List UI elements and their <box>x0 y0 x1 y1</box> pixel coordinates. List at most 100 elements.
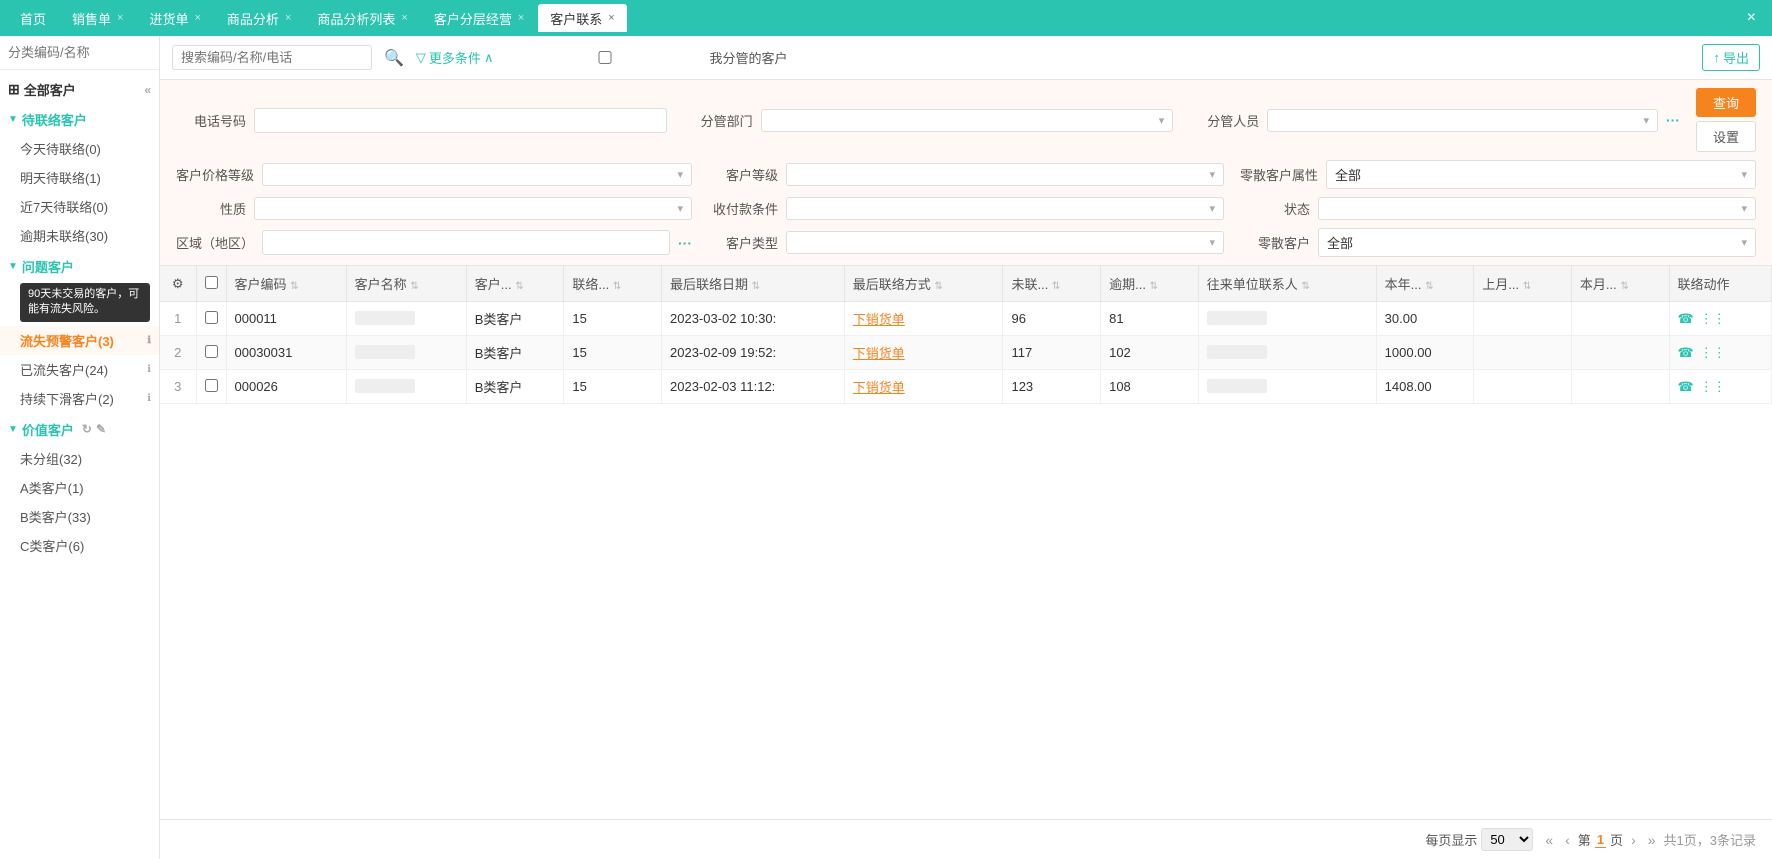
sidebar-item-ungrouped[interactable]: 未分组(32) <box>0 444 159 473</box>
filter-phone-label: 电话号码 <box>176 111 246 130</box>
close-tab-sales[interactable]: × <box>117 12 123 24</box>
filter-retail-attr-select[interactable]: 全部 ▾ <box>1326 160 1756 189</box>
close-tab-customer-layer[interactable]: × <box>518 12 524 24</box>
prev-page-btn[interactable]: ‹ <box>1561 830 1574 850</box>
row-contact-count: 15 <box>564 336 662 370</box>
edit-icon[interactable]: ✎ <box>96 422 106 436</box>
row-num: 1 <box>160 302 196 336</box>
nav-home[interactable]: 首页 <box>8 4 58 32</box>
next-page-btn[interactable]: › <box>1627 830 1640 850</box>
close-all-tabs[interactable]: × <box>1739 9 1764 27</box>
col-this-month[interactable]: 本月... ⇅ <box>1571 266 1669 302</box>
last-page-btn[interactable]: » <box>1644 830 1660 850</box>
filter-status-select[interactable]: ▾ <box>1318 197 1756 220</box>
nav-tab-customer-contact[interactable]: 客户联系 × <box>538 4 626 32</box>
sidebar-item-churn-warning[interactable]: 流失预警客户(3) ℹ <box>0 326 159 355</box>
filter-icon: ▽ <box>416 50 426 66</box>
row-select-checkbox[interactable] <box>205 345 218 358</box>
nav-tab-customer-layer[interactable]: 客户分层经营 × <box>422 4 536 32</box>
more-action-icon[interactable]: ⋮⋮ <box>1700 379 1726 395</box>
nav-tab-analysis[interactable]: 商品分析 × <box>215 4 303 32</box>
row-this-month <box>1571 370 1669 404</box>
arrow-icon-2: ▼ <box>8 261 18 272</box>
col-select-all[interactable] <box>196 266 226 302</box>
sidebar-item-overdue[interactable]: 逾期未联络(30) <box>0 221 159 250</box>
select-all-checkbox[interactable] <box>205 276 218 289</box>
sidebar-item-classC[interactable]: C类客户(6) <box>0 531 159 560</box>
row-select-checkbox[interactable] <box>205 379 218 392</box>
col-settings[interactable]: ⚙ <box>160 266 196 302</box>
per-page-select[interactable]: 50 100 <box>1481 828 1533 851</box>
col-last-month[interactable]: 上月... ⇅ <box>1474 266 1572 302</box>
filter-cust-type: 客户类型 ▾ <box>708 231 1224 254</box>
col-person[interactable]: 往来单位联系人 ⇅ <box>1198 266 1376 302</box>
filter-dept-select[interactable]: ▾ <box>761 109 1174 132</box>
sidebar-group-problem-title[interactable]: ▼ 问题客户 <box>0 252 159 281</box>
col-last-date[interactable]: 最后联络日期 ⇅ <box>662 266 845 302</box>
col-uncontacted[interactable]: 未联... ⇅ <box>1003 266 1101 302</box>
sidebar-group-pending-title[interactable]: ▼ 待联络客户 <box>0 105 159 134</box>
filter-phone-input[interactable] <box>254 108 667 133</box>
contact-action-icon[interactable]: ☎ <box>1678 345 1694 361</box>
filter-nature-select[interactable]: ▾ <box>254 197 692 220</box>
sidebar-item-7days[interactable]: 近7天待联络(0) <box>0 192 159 221</box>
col-this-year[interactable]: 本年... ⇅ <box>1376 266 1474 302</box>
my-customers-check[interactable] <box>505 51 705 64</box>
contact-action-icon[interactable]: ☎ <box>1678 311 1694 327</box>
chevron-down-icon-nature: ▾ <box>677 202 683 215</box>
search-button-icon[interactable]: 🔍 <box>384 48 404 68</box>
close-tab-purchase[interactable]: × <box>194 12 200 24</box>
row-select-checkbox[interactable] <box>205 311 218 324</box>
region-more-icon[interactable]: ··· <box>678 235 692 251</box>
query-button[interactable]: 查询 <box>1696 88 1756 117</box>
filter-cust-grade-select[interactable]: ▾ <box>786 163 1224 186</box>
nav-tab-analysis-list[interactable]: 商品分析列表 × <box>305 4 419 32</box>
settings-button[interactable]: 设置 <box>1696 121 1756 152</box>
contact-action-icon[interactable]: ☎ <box>1678 379 1694 395</box>
my-customers-checkbox[interactable]: 我分管的客户 <box>505 48 787 67</box>
more-action-icon[interactable]: ⋮⋮ <box>1700 311 1726 327</box>
table-row: 1 000011 B类客户 15 2023-03-02 10:30: 下销货单 … <box>160 302 1772 336</box>
col-name[interactable]: 客户名称 ⇅ <box>346 266 466 302</box>
sidebar-item-today[interactable]: 今天待联络(0) <box>0 134 159 163</box>
close-tab-analysis-list[interactable]: × <box>401 12 407 24</box>
sidebar-search-input[interactable] <box>8 45 160 60</box>
close-tab-analysis[interactable]: × <box>285 12 291 24</box>
more-action-icon[interactable]: ⋮⋮ <box>1700 345 1726 361</box>
filter-manager-select[interactable]: ▾ <box>1267 109 1658 132</box>
manager-more-icon[interactable]: ··· <box>1666 112 1680 128</box>
refresh-icon[interactable]: ↻ <box>82 422 92 436</box>
nav-tab-sales[interactable]: 销售单 × <box>60 4 135 32</box>
filter-region-label: 区域（地区） <box>176 233 254 252</box>
filter-retail-cust-select[interactable]: 全部 ▾ <box>1318 228 1756 257</box>
search-input[interactable] <box>172 45 372 70</box>
col-type[interactable]: 客户... ⇅ <box>466 266 564 302</box>
export-button[interactable]: ↑ 导出 <box>1702 44 1760 71</box>
filter-row-1: 电话号码 分管部门 ▾ 分管人员 ▾ ··· <box>176 88 1756 152</box>
filter-region-input[interactable] <box>262 230 670 255</box>
sidebar-item-declining[interactable]: 持续下滑客户(2) ℹ <box>0 384 159 413</box>
col-code[interactable]: 客户编码 ⇅ <box>226 266 346 302</box>
nav-tab-purchase[interactable]: 进货单 × <box>137 4 212 32</box>
col-last-method[interactable]: 最后联络方式 ⇅ <box>844 266 1003 302</box>
table-row: 3 000026 B类客户 15 2023-02-03 11:12: 下销货单 … <box>160 370 1772 404</box>
sidebar-item-classA[interactable]: A类客户(1) <box>0 473 159 502</box>
close-tab-customer-contact[interactable]: × <box>608 12 614 24</box>
row-checkbox-cell <box>196 336 226 370</box>
row-contact-count: 15 <box>564 302 662 336</box>
filter-cust-type-select[interactable]: ▾ <box>786 231 1224 254</box>
sidebar-group-value-title[interactable]: ▼ 价值客户 ↻ ✎ <box>0 415 159 444</box>
col-contact[interactable]: 联络... ⇅ <box>564 266 662 302</box>
filter-payment: 收付款条件 ▾ <box>708 197 1224 220</box>
filter-payment-select[interactable]: ▾ <box>786 197 1224 220</box>
sidebar-all-customers[interactable]: ⊞ 全部客户 « <box>0 74 159 105</box>
more-conditions-btn[interactable]: ▽ 更多条件 ∧ <box>416 48 494 67</box>
filter-price-grade-select[interactable]: ▾ <box>262 163 692 186</box>
sidebar-item-classB[interactable]: B类客户(33) <box>0 502 159 531</box>
col-overdue[interactable]: 逾期... ⇅ <box>1101 266 1199 302</box>
sidebar-item-tomorrow[interactable]: 明天待联络(1) <box>0 163 159 192</box>
sidebar-item-churned[interactable]: 已流失客户(24) ℹ <box>0 355 159 384</box>
first-page-btn[interactable]: « <box>1541 830 1557 850</box>
filter-department: 分管部门 ▾ <box>683 109 1174 132</box>
row-last-method: 下销货单 <box>844 370 1003 404</box>
